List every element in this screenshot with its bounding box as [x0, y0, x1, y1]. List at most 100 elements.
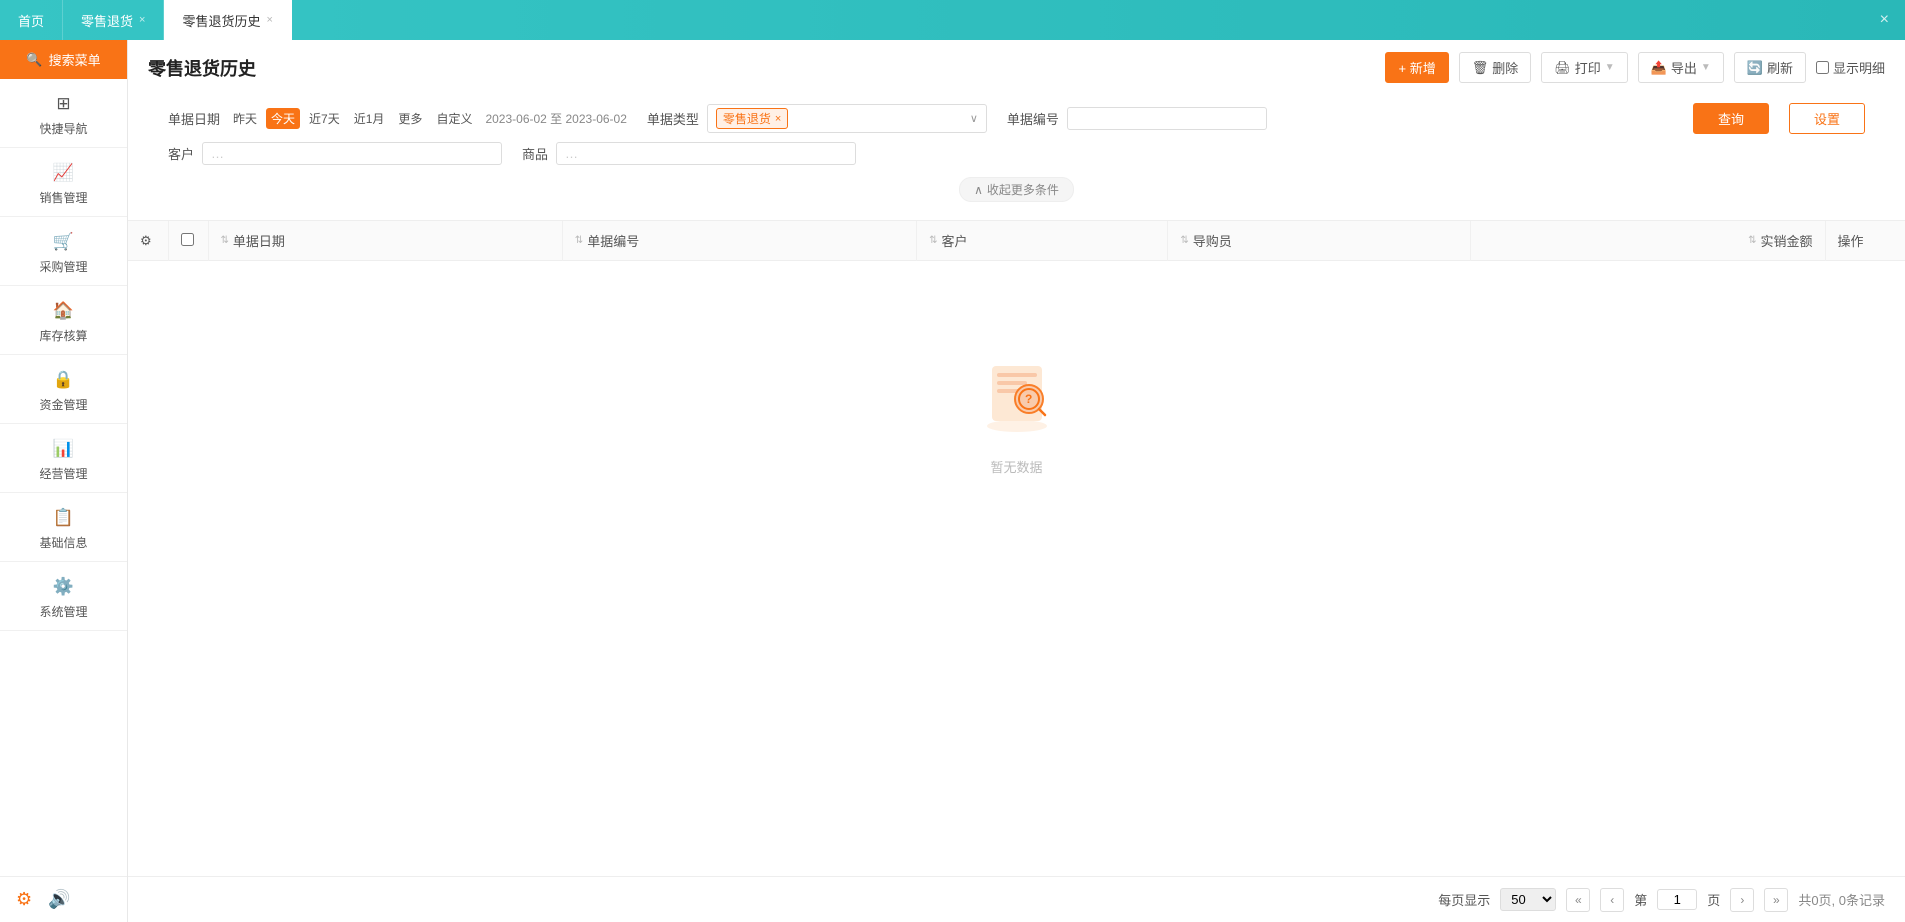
- customer-input[interactable]: …: [202, 142, 502, 165]
- print-dropdown-arrow: ▼: [1605, 62, 1615, 73]
- number-filter-input[interactable]: [1067, 107, 1267, 130]
- sort-icon-customer: ⇅: [929, 235, 937, 246]
- customer-filter-group: 客户 …: [168, 142, 502, 165]
- th-customer-content: ⇅ 客户: [929, 231, 1155, 250]
- sidebar-item-inventory[interactable]: 🏠 库存核算: [0, 286, 127, 355]
- sidebar-item-ops-mgmt[interactable]: 📊 经营管理: [0, 424, 127, 493]
- type-select[interactable]: 零售退货 × ∨: [707, 104, 987, 133]
- refresh-button[interactable]: 🔄 刷新: [1734, 52, 1806, 83]
- tab-retail-return-history-close[interactable]: ×: [266, 14, 272, 26]
- th-amount-content: ⇅ 实销金额: [1483, 231, 1812, 250]
- sidebar-item-purchase-mgmt[interactable]: 🛒 采购管理: [0, 217, 127, 286]
- th-date[interactable]: ⇅ 单据日期: [208, 221, 562, 261]
- filter-row-2: 客户 … 商品 …: [168, 142, 1865, 165]
- date-btn-today[interactable]: 今天: [266, 108, 300, 129]
- empty-state: ? 暂无数据: [128, 261, 1905, 556]
- query-button[interactable]: 查询: [1693, 103, 1769, 134]
- tab-list: 首页 零售退货 × 零售退货历史 ×: [0, 0, 1905, 40]
- sidebar-item-ops-mgmt-label: 经营管理: [39, 465, 87, 482]
- type-filter-group: 单据类型 零售退货 × ∨: [647, 104, 987, 133]
- tab-retail-return-history[interactable]: 零售退货历史 ×: [164, 0, 291, 40]
- add-button[interactable]: + 新增: [1385, 52, 1448, 83]
- type-tag: 零售退货 ×: [716, 108, 788, 129]
- delete-button[interactable]: 🗑 删除: [1459, 52, 1532, 83]
- data-table: ⚙ ⇅ 单据日期 ⇅: [128, 221, 1905, 556]
- sidebar-item-purchase-mgmt-label: 采购管理: [39, 258, 87, 275]
- date-filter-group: 单据日期 昨天 今天 近7天 近1月 更多 自定义 2023-06-02 至 2…: [168, 108, 627, 129]
- next-page-button[interactable]: ›: [1730, 888, 1754, 912]
- empty-illustration: ?: [967, 341, 1067, 441]
- show-detail-label: 显示明细: [1833, 58, 1885, 77]
- type-select-arrow: ∨: [970, 112, 978, 125]
- customer-filter-label: 客户: [168, 144, 194, 163]
- select-all-checkbox[interactable]: [181, 233, 194, 246]
- last-page-button[interactable]: »: [1764, 888, 1788, 912]
- total-info: 共0页, 0条记录: [1798, 890, 1885, 909]
- tab-home[interactable]: 首页: [0, 0, 63, 40]
- th-checkbox: [168, 221, 208, 261]
- th-action: 操作: [1825, 221, 1905, 261]
- collapse-button[interactable]: ∧ 收起更多条件: [959, 177, 1074, 202]
- sys-mgmt-icon: ⚙️: [53, 576, 75, 598]
- setting-button[interactable]: 设置: [1789, 103, 1865, 134]
- th-date-content: ⇅ 单据日期: [221, 231, 550, 250]
- goods-filter-label: 商品: [522, 144, 548, 163]
- show-detail-input[interactable]: [1816, 61, 1829, 74]
- date-btn-yesterday[interactable]: 昨天: [228, 108, 262, 129]
- date-btn-7days[interactable]: 近7天: [304, 108, 345, 129]
- page-total-label: 页: [1707, 890, 1720, 909]
- tab-retail-return[interactable]: 零售退货 ×: [63, 0, 164, 40]
- search-icon: 🔍: [26, 52, 42, 68]
- page-label: 第: [1634, 890, 1647, 909]
- main-layout: 🔍 搜索菜单 ⊞ 快捷导航 📈 销售管理 🛒 采购管理 🏠 库存核算 🔒 资金管…: [0, 40, 1905, 922]
- filter-row-1: 单据日期 昨天 今天 近7天 近1月 更多 自定义 2023-06-02 至 2…: [168, 103, 1865, 134]
- date-btn-1month[interactable]: 近1月: [349, 108, 390, 129]
- purchase-mgmt-icon: 🛒: [53, 231, 75, 253]
- query-button-label: 查询: [1718, 109, 1744, 128]
- goods-input[interactable]: …: [556, 142, 856, 165]
- sidebar-search[interactable]: 🔍 搜索菜单: [0, 40, 127, 79]
- filter-area: 单据日期 昨天 今天 近7天 近1月 更多 自定义 2023-06-02 至 2…: [148, 93, 1885, 220]
- sidebar-item-basic-info-label: 基础信息: [39, 534, 87, 551]
- th-amount[interactable]: ⇅ 实销金额: [1471, 221, 1825, 261]
- sidebar-item-sys-mgmt[interactable]: ⚙️ 系统管理: [0, 562, 127, 631]
- date-btn-custom[interactable]: 自定义: [431, 108, 477, 129]
- sidebar-bottom: ⚙ 🔊: [0, 876, 127, 922]
- export-dropdown-arrow: ▼: [1701, 62, 1711, 73]
- delete-icon: 🗑: [1472, 60, 1489, 76]
- type-tag-label: 零售退货: [723, 110, 771, 127]
- top-bar: 首页 零售退货 × 零售退货历史 × ×: [0, 0, 1905, 40]
- th-settings[interactable]: ⚙: [128, 221, 168, 261]
- collapse-label: 收起更多条件: [987, 181, 1059, 198]
- print-button[interactable]: 🖨 打印 ▼: [1541, 52, 1627, 83]
- th-customer[interactable]: ⇅ 客户: [917, 221, 1168, 261]
- tab-retail-return-close[interactable]: ×: [139, 14, 145, 26]
- settings-bottom-icon[interactable]: ⚙: [16, 889, 32, 910]
- export-button[interactable]: 📤 导出 ▼: [1638, 52, 1724, 83]
- inventory-icon: 🏠: [53, 300, 75, 322]
- sidebar-item-quick-nav-label: 快捷导航: [39, 120, 87, 137]
- volume-icon[interactable]: 🔊: [48, 889, 70, 910]
- show-detail-checkbox[interactable]: 显示明细: [1816, 58, 1885, 77]
- type-tag-close[interactable]: ×: [775, 113, 781, 125]
- th-guide[interactable]: ⇅ 导购员: [1168, 221, 1471, 261]
- window-close-button[interactable]: ×: [1880, 11, 1889, 29]
- sidebar-item-quick-nav[interactable]: ⊞ 快捷导航: [0, 79, 127, 148]
- page-number-input[interactable]: [1657, 889, 1697, 910]
- sidebar-item-finance-mgmt[interactable]: 🔒 资金管理: [0, 355, 127, 424]
- first-page-button[interactable]: «: [1566, 888, 1590, 912]
- goods-input-placeholder: …: [565, 146, 578, 161]
- finance-mgmt-icon: 🔒: [53, 369, 75, 391]
- export-button-label: 导出: [1671, 58, 1697, 77]
- tab-home-label: 首页: [18, 11, 44, 30]
- page-size-select[interactable]: 20 50 100: [1500, 888, 1556, 911]
- goods-filter-group: 商品 …: [522, 142, 856, 165]
- sidebar-item-basic-info[interactable]: 📋 基础信息: [0, 493, 127, 562]
- sidebar-item-sales-mgmt[interactable]: 📈 销售管理: [0, 148, 127, 217]
- table-header-row: ⚙ ⇅ 单据日期 ⇅: [128, 221, 1905, 261]
- date-btn-more[interactable]: 更多: [393, 108, 427, 129]
- refresh-button-label: 刷新: [1767, 58, 1793, 77]
- prev-page-button[interactable]: ‹: [1600, 888, 1624, 912]
- sidebar-item-sales-mgmt-label: 销售管理: [39, 189, 87, 206]
- th-number[interactable]: ⇅ 单据编号: [562, 221, 916, 261]
